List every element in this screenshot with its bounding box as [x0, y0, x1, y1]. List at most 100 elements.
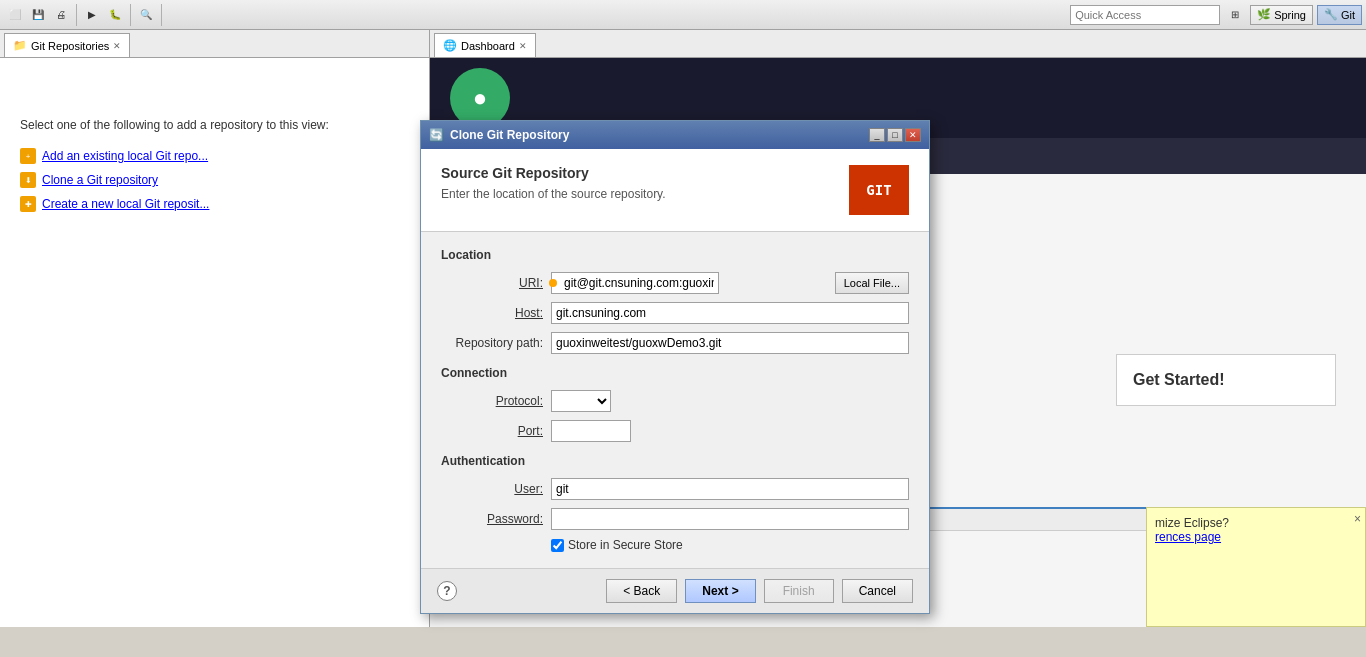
dialog-titlebar: 🔄 Clone Git Repository _ □ ✕ [421, 121, 929, 149]
host-row: Host: [441, 302, 909, 324]
clone-icon: ⬇ [20, 172, 36, 188]
perspective-git[interactable]: 🔧 Git [1317, 5, 1362, 25]
notification-link[interactable]: rences page [1155, 530, 1221, 544]
repo-path-label: Repository path: [441, 336, 551, 350]
left-tabbar: 📁 Git Repositories ✕ [0, 30, 429, 58]
user-row: User: [441, 478, 909, 500]
dialog-controls: _ □ ✕ [869, 128, 921, 142]
uri-input[interactable] [551, 272, 719, 294]
finish-btn[interactable]: Finish [764, 579, 834, 603]
dialog-minimize-btn[interactable]: _ [869, 128, 885, 142]
next-btn[interactable]: Next > [685, 579, 755, 603]
main-area: 📁 Git Repositories ✕ Select one of the f… [0, 30, 1366, 627]
perspective-spring[interactable]: 🌿 Spring [1250, 5, 1313, 25]
tab-git-repositories[interactable]: 📁 Git Repositories ✕ [4, 33, 130, 57]
layout-btn[interactable]: ⊞ [1224, 4, 1246, 26]
link-create-label[interactable]: Create a new local Git reposit... [42, 197, 209, 211]
dashboard-tab-icon: 🌐 [443, 39, 457, 52]
tab-dashboard[interactable]: 🌐 Dashboard ✕ [434, 33, 536, 57]
link-add-existing-label[interactable]: Add an existing local Git repo... [42, 149, 208, 163]
create-icon: ✚ [20, 196, 36, 212]
git-repo-tab-close[interactable]: ✕ [113, 41, 121, 51]
protocol-select[interactable] [551, 390, 611, 412]
get-started-box: Get Started! [1116, 354, 1336, 406]
link-add-existing[interactable]: + Add an existing local Git repo... [20, 148, 409, 164]
toolbar-btn-print[interactable]: 🖨 [50, 4, 72, 26]
toolbar-btn-debug[interactable]: 🐛 [104, 4, 126, 26]
git-logo: GIT [849, 165, 909, 215]
password-row: Password: [441, 508, 909, 530]
add-existing-icon: + [20, 148, 36, 164]
repo-path-row: Repository path: [441, 332, 909, 354]
local-file-btn[interactable]: Local File... [835, 272, 909, 294]
dialog-body: Location URI: Local File... Host: [421, 232, 929, 568]
dialog-maximize-btn[interactable]: □ [887, 128, 903, 142]
dialog-title-area: 🔄 Clone Git Repository [429, 128, 569, 142]
toolbar-btn-run[interactable]: ▶ [81, 4, 103, 26]
toolbar-group-2: ▶ 🐛 [81, 4, 131, 26]
perspective-spring-label: Spring [1274, 9, 1306, 21]
uri-label: URI: [441, 276, 551, 290]
perspective-git-label: Git [1341, 9, 1355, 21]
protocol-row: Protocol: [441, 390, 909, 412]
dashboard-tab-close[interactable]: ✕ [519, 41, 527, 51]
git-icon: 🔧 [1324, 8, 1338, 21]
password-input[interactable] [551, 508, 909, 530]
dashboard-tab-label: Dashboard [461, 40, 515, 52]
dashboard-logo: ● [450, 68, 510, 128]
left-panel: 📁 Git Repositories ✕ Select one of the f… [0, 30, 430, 627]
user-label: User: [441, 482, 551, 496]
cancel-btn[interactable]: Cancel [842, 579, 913, 603]
port-row: Port: [441, 420, 909, 442]
secure-store-label[interactable]: Store in Secure Store [568, 538, 683, 552]
notification-text: mize Eclipse? rences page [1155, 516, 1357, 544]
port-label: Port: [441, 424, 551, 438]
left-panel-instruction: Select one of the following to add a rep… [20, 118, 409, 132]
host-label: Host: [441, 306, 551, 320]
secure-store-row: Store in Secure Store [551, 538, 909, 552]
dialog-footer: ? < Back Next > Finish Cancel [421, 568, 929, 613]
git-repo-tab-label: Git Repositories [31, 40, 109, 52]
host-input[interactable] [551, 302, 909, 324]
protocol-label: Protocol: [441, 394, 551, 408]
link-create-new[interactable]: ✚ Create a new local Git reposit... [20, 196, 409, 212]
uri-input-wrap [551, 272, 831, 294]
dialog-title: Clone Git Repository [450, 128, 569, 142]
back-btn[interactable]: < Back [606, 579, 677, 603]
spring-icon: 🌿 [1257, 8, 1271, 21]
dialog-header-subtitle: Enter the location of the source reposit… [441, 187, 666, 201]
dialog-close-btn[interactable]: ✕ [905, 128, 921, 142]
port-input[interactable] [551, 420, 631, 442]
dialog-git-icon: 🔄 [429, 128, 444, 142]
location-section-title: Location [441, 248, 909, 262]
dialog-header: Source Git Repository Enter the location… [421, 149, 929, 232]
toolbar-btn-new[interactable]: ⬜ [4, 4, 26, 26]
uri-row: URI: Local File... [441, 272, 909, 294]
toolbar-group-3: 🔍 [135, 4, 162, 26]
notification-close[interactable]: × [1354, 512, 1361, 526]
toolbar-group-1: ⬜ 💾 🖨 [4, 4, 77, 26]
help-btn[interactable]: ? [437, 581, 457, 601]
dialog-header-title: Source Git Repository [441, 165, 666, 181]
link-clone[interactable]: ⬇ Clone a Git repository [20, 172, 409, 188]
git-repo-tab-icon: 📁 [13, 39, 27, 52]
left-panel-content: Select one of the following to add a rep… [0, 58, 429, 240]
link-clone-label[interactable]: Clone a Git repository [42, 173, 158, 187]
notification-box: × mize Eclipse? rences page [1146, 507, 1366, 627]
user-input[interactable] [551, 478, 909, 500]
quick-access-input[interactable] [1070, 5, 1220, 25]
toolbar-btn-search[interactable]: 🔍 [135, 4, 157, 26]
get-started-title: Get Started! [1133, 371, 1319, 389]
dashboard-tabbar: 🌐 Dashboard ✕ [430, 30, 1366, 58]
repo-path-input[interactable] [551, 332, 909, 354]
uri-warning-indicator [549, 279, 557, 287]
secure-store-checkbox[interactable] [551, 539, 564, 552]
password-label: Password: [441, 512, 551, 526]
clone-git-dialog: 🔄 Clone Git Repository _ □ ✕ Source Git … [420, 120, 930, 614]
quick-access-container: ⊞ 🌿 Spring 🔧 Git [1070, 4, 1362, 26]
main-toolbar: ⬜ 💾 🖨 ▶ 🐛 🔍 ⊞ 🌿 Spring 🔧 Git [0, 0, 1366, 30]
auth-section-title: Authentication [441, 454, 909, 468]
connection-section-title: Connection [441, 366, 909, 380]
toolbar-btn-save[interactable]: 💾 [27, 4, 49, 26]
dialog-header-text: Source Git Repository Enter the location… [441, 165, 666, 201]
